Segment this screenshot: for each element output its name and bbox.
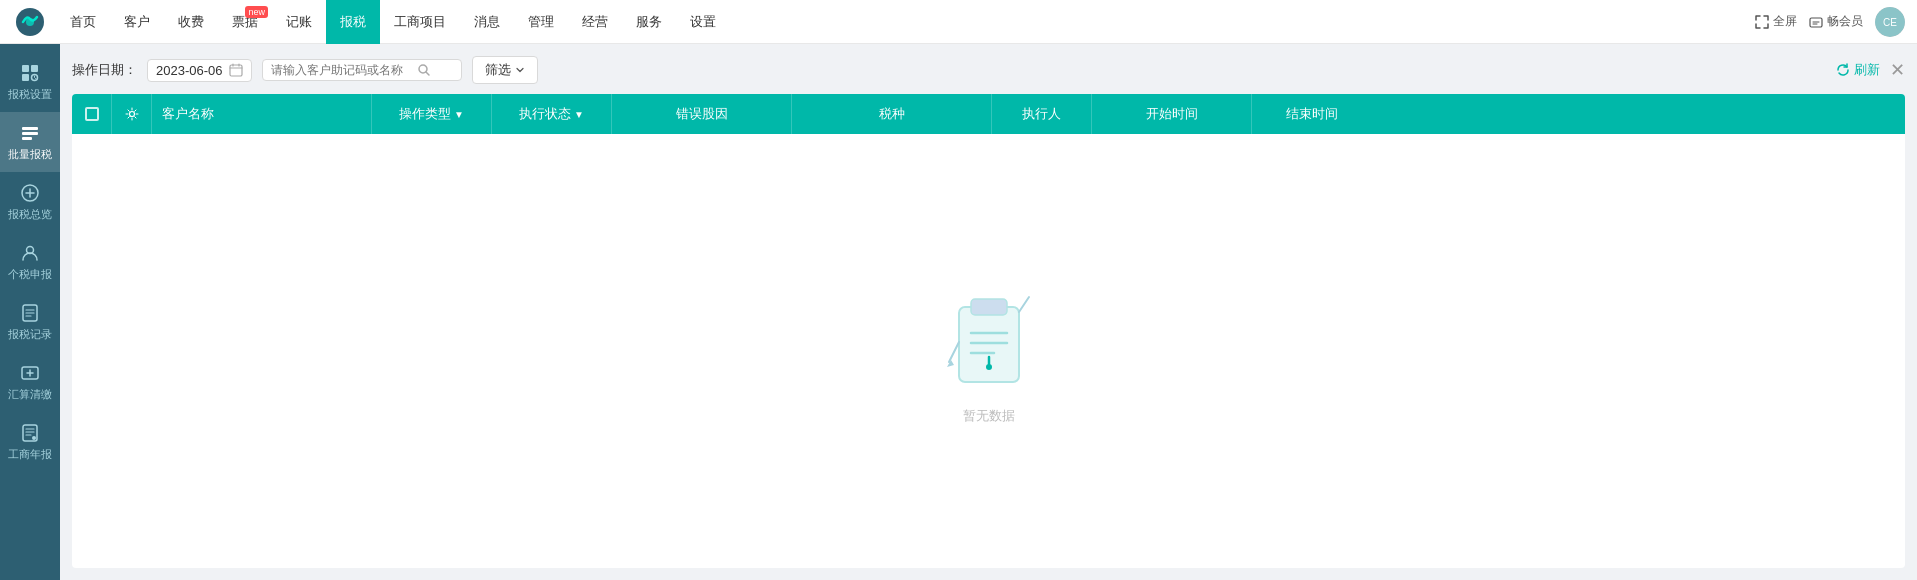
sidebar-item-tax-record[interactable]: 报税记录 [0, 292, 60, 352]
th-error-reason: 错误股因 [612, 94, 792, 134]
gear-icon [125, 107, 139, 121]
table-body: 暂无数据 [72, 134, 1905, 568]
th-executor: 执行人 [992, 94, 1092, 134]
th-start-time: 开始时间 [1092, 94, 1252, 134]
sidebar-label-annual-report: 工商年报 [8, 448, 52, 461]
sort-icon-status: ▼ [574, 109, 584, 120]
content-area: 操作日期： 2023-06-06 筛选 [60, 44, 1917, 580]
th-customer-name: 客户名称 [152, 94, 372, 134]
svg-line-30 [1019, 297, 1029, 312]
sidebar-label-personal-tax: 个税申报 [8, 268, 52, 281]
svg-text:CE: CE [1883, 17, 1897, 28]
sidebar-item-tax-overview[interactable]: 报税总览 [0, 172, 60, 232]
settlement-icon [19, 362, 41, 384]
svg-rect-18 [230, 65, 242, 76]
table-header: 客户名称 操作类型 ▼ 执行状态 ▼ 错误股因 税种 执行人 [72, 94, 1905, 134]
sidebar-label-tax-settings: 报税设置 [8, 88, 52, 101]
annual-report-icon [19, 422, 41, 444]
svg-point-17 [32, 436, 36, 440]
sidebar: 报税设置 批量报税 报税总览 [0, 44, 60, 580]
nav-tax[interactable]: 报税 [326, 0, 380, 44]
empty-text: 暂无数据 [963, 407, 1015, 425]
nav-business[interactable]: 工商项目 [380, 0, 460, 44]
batch-tax-icon [19, 122, 41, 144]
refresh-button[interactable]: 刷新 [1836, 61, 1880, 79]
date-input[interactable]: 2023-06-06 [147, 59, 252, 82]
svg-rect-10 [22, 132, 38, 135]
close-button[interactable]: ✕ [1890, 61, 1905, 79]
select-all-checkbox[interactable] [85, 107, 99, 121]
avatar[interactable]: CE [1875, 7, 1905, 37]
nav-billing[interactable]: 收费 [164, 0, 218, 44]
svg-point-20 [129, 112, 134, 117]
th-exec-status[interactable]: 执行状态 ▼ [492, 94, 612, 134]
sidebar-item-tax-settings[interactable]: 报税设置 [0, 52, 60, 112]
toolbar: 操作日期： 2023-06-06 筛选 [72, 56, 1905, 84]
sort-icon-operation: ▼ [454, 109, 464, 120]
tax-record-icon [19, 302, 41, 324]
search-icon [417, 63, 431, 77]
th-checkbox[interactable] [72, 94, 112, 134]
sidebar-label-settlement: 汇算清缴 [8, 388, 52, 401]
top-navigation: 首页 客户 收费 票据 new 记账 报税 工商项目 消息 管理 经营 服务 设… [0, 0, 1917, 44]
sidebar-item-batch-tax[interactable]: 批量报税 [0, 112, 60, 172]
sidebar-item-personal-tax[interactable]: 个税申报 [0, 232, 60, 292]
nav-service[interactable]: 服务 [622, 0, 676, 44]
new-badge: new [245, 6, 268, 19]
nav-home[interactable]: 首页 [56, 0, 110, 44]
toolbar-right: 刷新 ✕ [1836, 61, 1905, 79]
svg-rect-6 [31, 65, 38, 72]
search-wrap[interactable] [262, 59, 462, 81]
refresh-icon [1836, 63, 1850, 77]
calendar-icon [229, 63, 243, 77]
nav-accounting[interactable]: 记账 [272, 0, 326, 44]
personal-tax-icon [19, 242, 41, 264]
svg-rect-7 [22, 74, 29, 81]
nav-invoice[interactable]: 票据 new [218, 0, 272, 44]
member-icon [1809, 15, 1823, 29]
sidebar-label-tax-overview: 报税总览 [8, 208, 52, 221]
fullscreen-icon [1755, 15, 1769, 29]
nav-message[interactable]: 消息 [460, 0, 514, 44]
nav-operation[interactable]: 经营 [568, 0, 622, 44]
nav-settings[interactable]: 设置 [676, 0, 730, 44]
empty-illustration [929, 277, 1049, 397]
tax-overview-icon [19, 182, 41, 204]
fullscreen-button[interactable]: 全屏 [1755, 13, 1797, 30]
th-tax-type: 税种 [792, 94, 992, 134]
main-layout: 报税设置 批量报税 报税总览 [0, 44, 1917, 580]
date-value: 2023-06-06 [156, 63, 223, 78]
svg-line-28 [949, 342, 959, 362]
svg-point-1 [26, 18, 34, 26]
nav-manage[interactable]: 管理 [514, 0, 568, 44]
data-table: 客户名称 操作类型 ▼ 执行状态 ▼ 错误股因 税种 执行人 [72, 94, 1905, 568]
sidebar-item-annual-report[interactable]: 工商年报 [0, 412, 60, 472]
search-input[interactable] [271, 63, 411, 77]
svg-rect-11 [22, 137, 32, 140]
sidebar-label-tax-record: 报税记录 [8, 328, 52, 341]
date-label: 操作日期： [72, 61, 137, 79]
th-end-time: 结束时间 [1252, 94, 1372, 134]
nav-customer[interactable]: 客户 [110, 0, 164, 44]
nav-items: 首页 客户 收费 票据 new 记账 报税 工商项目 消息 管理 经营 服务 设… [56, 0, 1755, 44]
svg-rect-5 [22, 65, 29, 72]
th-gear[interactable] [112, 94, 152, 134]
sidebar-label-batch-tax: 批量报税 [8, 148, 52, 161]
filter-button[interactable]: 筛选 [472, 56, 538, 84]
svg-rect-21 [959, 307, 1019, 382]
svg-rect-22 [971, 299, 1007, 315]
th-operation-type[interactable]: 操作类型 ▼ [372, 94, 492, 134]
tax-settings-icon [19, 62, 41, 84]
sidebar-item-settlement[interactable]: 汇算清缴 [0, 352, 60, 412]
top-nav-right: 全屏 畅会员 CE [1755, 7, 1905, 37]
chevron-down-icon [515, 65, 525, 75]
svg-marker-29 [947, 360, 954, 367]
svg-rect-9 [22, 127, 38, 130]
member-button[interactable]: 畅会员 [1809, 13, 1863, 30]
app-logo[interactable] [12, 4, 48, 40]
